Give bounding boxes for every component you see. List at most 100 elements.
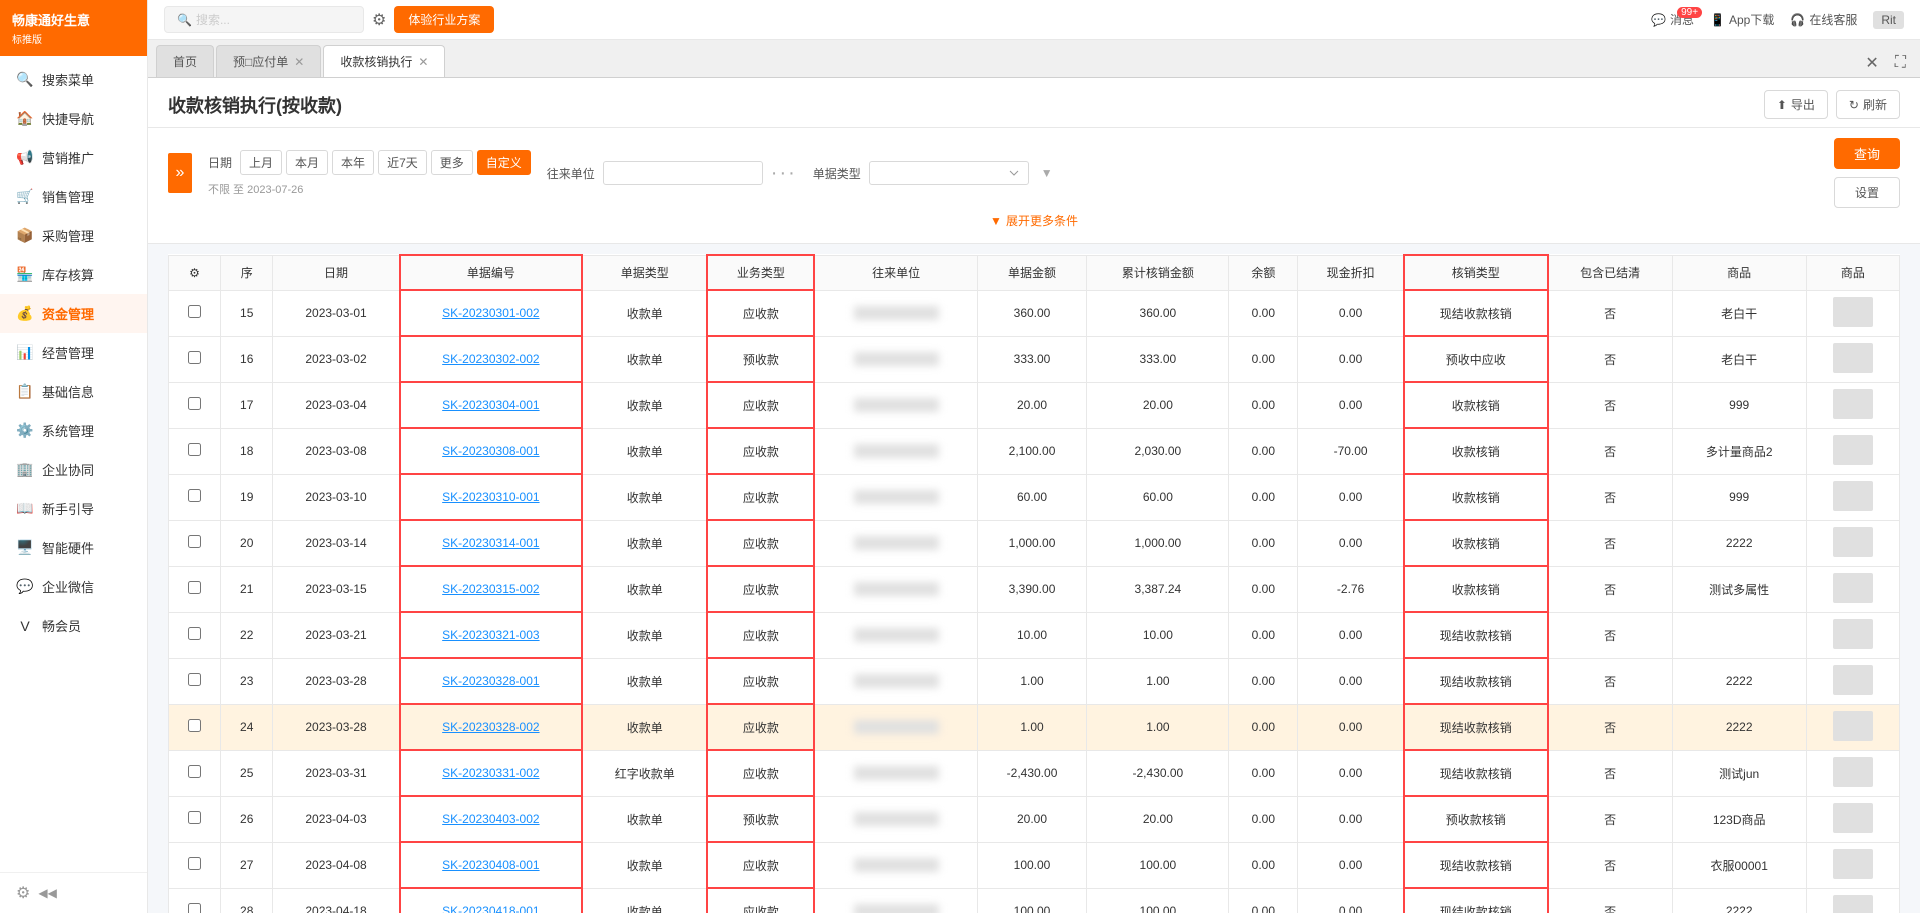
bill-no-link[interactable]: SK-20230328-001 xyxy=(442,674,539,688)
tab-receipt-exec[interactable]: 收款核销执行 ✕ xyxy=(323,45,445,77)
date-7days[interactable]: 近7天 xyxy=(378,150,427,175)
settings-icon[interactable]: ⚙ xyxy=(16,883,30,903)
date-filter-label: 日期 xyxy=(208,154,232,171)
tab-close-button[interactable]: ✕ xyxy=(1859,51,1884,75)
cell-checkbox[interactable] xyxy=(169,382,221,428)
sidebar-item-inventory[interactable]: 🏪库存核算 xyxy=(0,255,147,294)
date-custom[interactable]: 自定义 xyxy=(477,150,531,175)
cell-biz-type: 应收款 xyxy=(707,750,814,796)
date-this-year[interactable]: 本年 xyxy=(332,150,374,175)
cell-checkbox[interactable] xyxy=(169,290,221,336)
tabs-bar: 首页 预□应付单 ✕ 收款核销执行 ✕ ✕ ⛶ xyxy=(148,40,1920,78)
cell-balance: 0.00 xyxy=(1229,520,1298,566)
cell-checkbox[interactable] xyxy=(169,658,221,704)
cell-product2 xyxy=(1806,658,1899,704)
table-row[interactable]: 20 2023-03-14 SK-20230314-001 收款单 应收款 ██… xyxy=(169,520,1900,566)
cell-include-settled: 否 xyxy=(1548,704,1673,750)
cell-bill-no: SK-20230418-001 xyxy=(400,888,582,913)
tab-expand-button[interactable]: ⛶ xyxy=(1889,52,1912,74)
table-row[interactable]: 28 2023-04-18 SK-20230418-001 收款单 应收款 ██… xyxy=(169,888,1900,913)
bill-no-link[interactable]: SK-20230310-001 xyxy=(442,490,539,504)
cell-product: 2222 xyxy=(1672,658,1806,704)
date-this-month[interactable]: 本月 xyxy=(286,150,328,175)
cell-checkbox[interactable] xyxy=(169,704,221,750)
sidebar-item-search-menu[interactable]: 🔍搜索菜单 xyxy=(0,60,147,99)
topbar-gear-icon[interactable]: ⚙ xyxy=(372,10,386,30)
cell-checkbox[interactable] xyxy=(169,612,221,658)
online-service-item[interactable]: 🎧 在线客服 xyxy=(1790,11,1857,28)
bill-no-link[interactable]: SK-20230331-002 xyxy=(442,766,539,780)
sidebar-item-sales[interactable]: 🛒销售管理 xyxy=(0,177,147,216)
tab-receipt-exec-close[interactable]: ✕ xyxy=(418,55,428,69)
table-row[interactable]: 22 2023-03-21 SK-20230321-003 收款单 应收款 ██… xyxy=(169,612,1900,658)
bill-no-link[interactable]: SK-20230308-001 xyxy=(442,444,539,458)
table-row[interactable]: 19 2023-03-10 SK-20230310-001 收款单 应收款 ██… xyxy=(169,474,1900,520)
table-row[interactable]: 25 2023-03-31 SK-20230331-002 红字收款单 应收款 … xyxy=(169,750,1900,796)
bill-no-link[interactable]: SK-20230321-003 xyxy=(442,628,539,642)
export-button[interactable]: ⬆ 导出 xyxy=(1764,90,1828,119)
cell-checkbox[interactable] xyxy=(169,566,221,612)
table-row[interactable]: 16 2023-03-02 SK-20230302-002 收款单 预收款 ██… xyxy=(169,336,1900,382)
tab-home[interactable]: 首页 xyxy=(156,45,214,77)
table-row[interactable]: 26 2023-04-03 SK-20230403-002 收款单 预收款 ██… xyxy=(169,796,1900,842)
user-profile[interactable]: Rit xyxy=(1873,11,1904,29)
cell-checkbox[interactable] xyxy=(169,842,221,888)
filter-expand-button[interactable]: » xyxy=(168,153,192,193)
setting-button[interactable]: 设置 xyxy=(1834,177,1900,208)
expand-more-btn[interactable]: ▼ 展开更多条件 xyxy=(168,208,1900,233)
tab-pre-receipt[interactable]: 预□应付单 ✕ xyxy=(216,45,321,77)
cell-checkbox[interactable] xyxy=(169,336,221,382)
partner-filter-input[interactable] xyxy=(603,161,763,185)
table-row[interactable]: 23 2023-03-28 SK-20230328-001 收款单 应收款 ██… xyxy=(169,658,1900,704)
query-button[interactable]: 查询 xyxy=(1834,138,1900,169)
refresh-button[interactable]: ↻ 刷新 xyxy=(1836,90,1900,119)
bill-no-link[interactable]: SK-20230328-002 xyxy=(442,720,539,734)
table-row[interactable]: 17 2023-03-04 SK-20230304-001 收款单 应收款 ██… xyxy=(169,382,1900,428)
industry-solution-button[interactable]: 体验行业方案 xyxy=(394,6,494,33)
tab-pre-receipt-close[interactable]: ✕ xyxy=(294,55,304,69)
date-prev-month[interactable]: 上月 xyxy=(240,150,282,175)
cell-checkbox[interactable] xyxy=(169,428,221,474)
cell-checkbox[interactable] xyxy=(169,796,221,842)
sidebar-item-purchase[interactable]: 📦采购管理 xyxy=(0,216,147,255)
cell-checkbox[interactable] xyxy=(169,888,221,913)
table-row[interactable]: 24 2023-03-28 SK-20230328-002 收款单 应收款 ██… xyxy=(169,704,1900,750)
sidebar-item-system[interactable]: ⚙️系统管理 xyxy=(0,411,147,450)
sidebar-item-member[interactable]: V畅会员 xyxy=(0,606,147,645)
date-more[interactable]: 更多 xyxy=(431,150,473,175)
col-bill-no-header: 单据编号 xyxy=(400,255,582,290)
app-download-item[interactable]: 📱 App下载 xyxy=(1710,11,1774,28)
sidebar-item-finance[interactable]: 💰资金管理 xyxy=(0,294,147,333)
sidebar-item-hardware[interactable]: 🖥️智能硬件 xyxy=(0,528,147,567)
collapse-icon[interactable]: ◀◀ xyxy=(38,886,56,900)
sidebar-item-basic-info[interactable]: 📋基础信息 xyxy=(0,372,147,411)
cell-checkbox[interactable] xyxy=(169,750,221,796)
col-settings-header[interactable]: ⚙ xyxy=(169,255,221,290)
cell-bill-no: SK-20230310-001 xyxy=(400,474,582,520)
sidebar-item-wechat[interactable]: 💬企业微信 xyxy=(0,567,147,606)
sidebar-item-quick-nav[interactable]: 🏠快捷导航 xyxy=(0,99,147,138)
cell-checkbox[interactable] xyxy=(169,474,221,520)
messages-item[interactable]: 💬 消息 99+ xyxy=(1651,11,1694,28)
table-row[interactable]: 15 2023-03-01 SK-20230301-002 收款单 应收款 ██… xyxy=(169,290,1900,336)
bill-no-link[interactable]: SK-20230302-002 xyxy=(442,352,539,366)
bill-no-link[interactable]: SK-20230301-002 xyxy=(442,306,539,320)
sidebar-item-enterprise[interactable]: 🏢企业协同 xyxy=(0,450,147,489)
cell-biz-type: 应收款 xyxy=(707,888,814,913)
sidebar-item-guide[interactable]: 📖新手引导 xyxy=(0,489,147,528)
bill-no-link[interactable]: SK-20230418-001 xyxy=(442,904,539,913)
bill-no-link[interactable]: SK-20230314-001 xyxy=(442,536,539,550)
bill-no-link[interactable]: SK-20230408-001 xyxy=(442,858,539,872)
basic-info-icon: 📋 xyxy=(16,383,34,401)
table-row[interactable]: 27 2023-04-08 SK-20230408-001 收款单 应收款 ██… xyxy=(169,842,1900,888)
sidebar-item-marketing[interactable]: 📢营销推广 xyxy=(0,138,147,177)
bill-no-link[interactable]: SK-20230403-002 xyxy=(442,812,539,826)
bill-no-link[interactable]: SK-20230315-002 xyxy=(442,582,539,596)
cell-checkbox[interactable] xyxy=(169,520,221,566)
table-row[interactable]: 21 2023-03-15 SK-20230315-002 收款单 应收款 ██… xyxy=(169,566,1900,612)
product-thumbnail xyxy=(1833,711,1873,741)
sidebar-item-operations[interactable]: 📊经营管理 xyxy=(0,333,147,372)
bill-type-select[interactable] xyxy=(869,161,1029,185)
bill-no-link[interactable]: SK-20230304-001 xyxy=(442,398,539,412)
table-row[interactable]: 18 2023-03-08 SK-20230308-001 收款单 应收款 ██… xyxy=(169,428,1900,474)
